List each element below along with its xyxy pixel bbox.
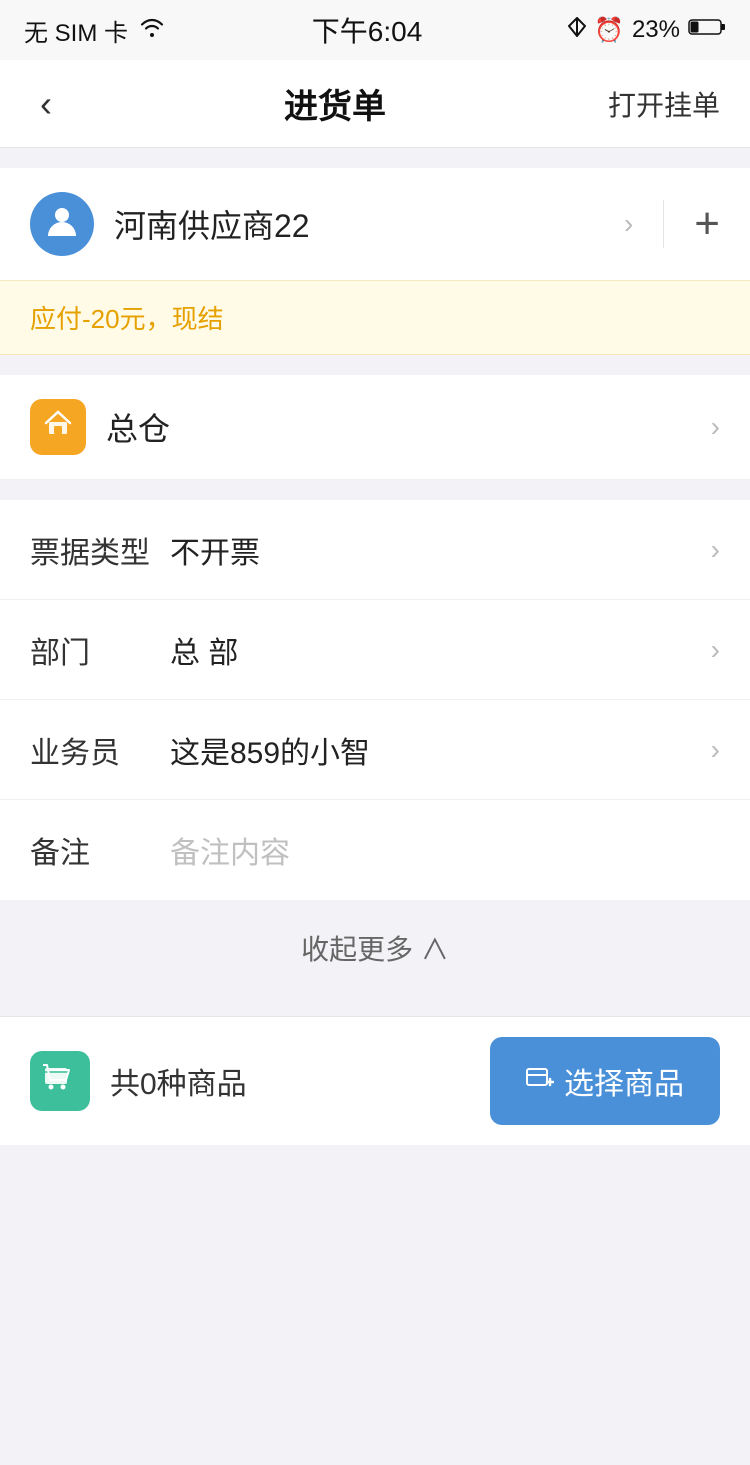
wifi-icon bbox=[138, 16, 166, 44]
collapse-label: 收起更多 ∧ bbox=[301, 928, 449, 968]
supplier-row[interactable]: 河南供应商22 › + bbox=[0, 168, 750, 280]
ticket-type-row[interactable]: 票据类型 不开票 › bbox=[0, 500, 750, 600]
alarm-icon: ⏰ bbox=[594, 16, 624, 45]
status-bar: 无 SIM 卡 下午6:04 ⏰ 23% bbox=[0, 0, 750, 60]
supplier-name: 河南供应商22 bbox=[114, 201, 624, 247]
ticket-type-value: 不开票 bbox=[160, 528, 711, 572]
page-title: 进货单 bbox=[284, 79, 386, 128]
remark-row[interactable]: 备注 备注内容 bbox=[0, 800, 750, 900]
vertical-divider bbox=[663, 200, 664, 248]
cart-icon bbox=[43, 1060, 77, 1102]
status-time: 下午6:04 bbox=[312, 10, 423, 50]
ticket-type-chevron-icon: › bbox=[711, 534, 720, 566]
remark-placeholder: 备注内容 bbox=[160, 828, 720, 872]
status-left: 无 SIM 卡 bbox=[24, 13, 166, 48]
salesperson-label: 业务员 bbox=[30, 728, 160, 772]
salesperson-value: 这是859的小智 bbox=[160, 728, 711, 772]
warehouse-row[interactable]: 总仓 › bbox=[0, 375, 750, 480]
back-button[interactable]: ‹ bbox=[30, 73, 62, 135]
bottom-bar: 共0种商品 选择商品 bbox=[0, 1016, 750, 1145]
open-pending-button[interactable]: 打开挂单 bbox=[608, 84, 720, 124]
ticket-type-label: 票据类型 bbox=[30, 528, 160, 572]
department-label: 部门 bbox=[30, 628, 160, 672]
avatar-icon bbox=[44, 202, 80, 246]
nav-bar: ‹ 进货单 打开挂单 bbox=[0, 60, 750, 148]
section-gap-1 bbox=[0, 148, 750, 168]
supplier-avatar bbox=[30, 192, 94, 256]
battery-text: 23% bbox=[632, 16, 680, 44]
salesperson-row[interactable]: 业务员 这是859的小智 › bbox=[0, 700, 750, 800]
supplier-chevron-icon: › bbox=[624, 208, 633, 240]
warehouse-label: 总仓 bbox=[106, 404, 711, 450]
warehouse-section: 总仓 › bbox=[0, 375, 750, 480]
product-icon bbox=[30, 1051, 90, 1111]
collapse-button[interactable]: 收起更多 ∧ bbox=[0, 900, 750, 996]
page-bottom bbox=[0, 1145, 750, 1465]
remark-label: 备注 bbox=[30, 828, 160, 872]
supplier-section: 河南供应商22 › + 应付-20元，现结 bbox=[0, 168, 750, 355]
house-icon bbox=[43, 408, 73, 446]
select-product-icon bbox=[526, 1064, 554, 1098]
notice-text: 应付-20元，现结 bbox=[30, 304, 224, 334]
add-supplier-button[interactable]: + bbox=[694, 202, 720, 246]
battery-icon bbox=[688, 16, 726, 44]
warehouse-icon bbox=[30, 399, 86, 455]
department-value: 总 部 bbox=[160, 628, 711, 672]
location-icon bbox=[568, 17, 586, 43]
section-gap-4 bbox=[0, 996, 750, 1016]
status-right: ⏰ 23% bbox=[568, 16, 726, 45]
department-row[interactable]: 部门 总 部 › bbox=[0, 600, 750, 700]
form-section: 票据类型 不开票 › 部门 总 部 › 业务员 这是859的小智 › 备注 备注… bbox=[0, 500, 750, 900]
product-count-label: 共0种商品 bbox=[110, 1059, 470, 1103]
select-product-button[interactable]: 选择商品 bbox=[490, 1037, 720, 1125]
section-gap-2 bbox=[0, 355, 750, 375]
select-product-label: 选择商品 bbox=[564, 1059, 684, 1103]
sim-label: 无 SIM 卡 bbox=[24, 13, 128, 48]
warehouse-chevron-icon: › bbox=[711, 411, 720, 443]
notice-bar: 应付-20元，现结 bbox=[0, 280, 750, 355]
section-gap-3 bbox=[0, 480, 750, 500]
department-chevron-icon: › bbox=[711, 634, 720, 666]
salesperson-chevron-icon: › bbox=[711, 734, 720, 766]
